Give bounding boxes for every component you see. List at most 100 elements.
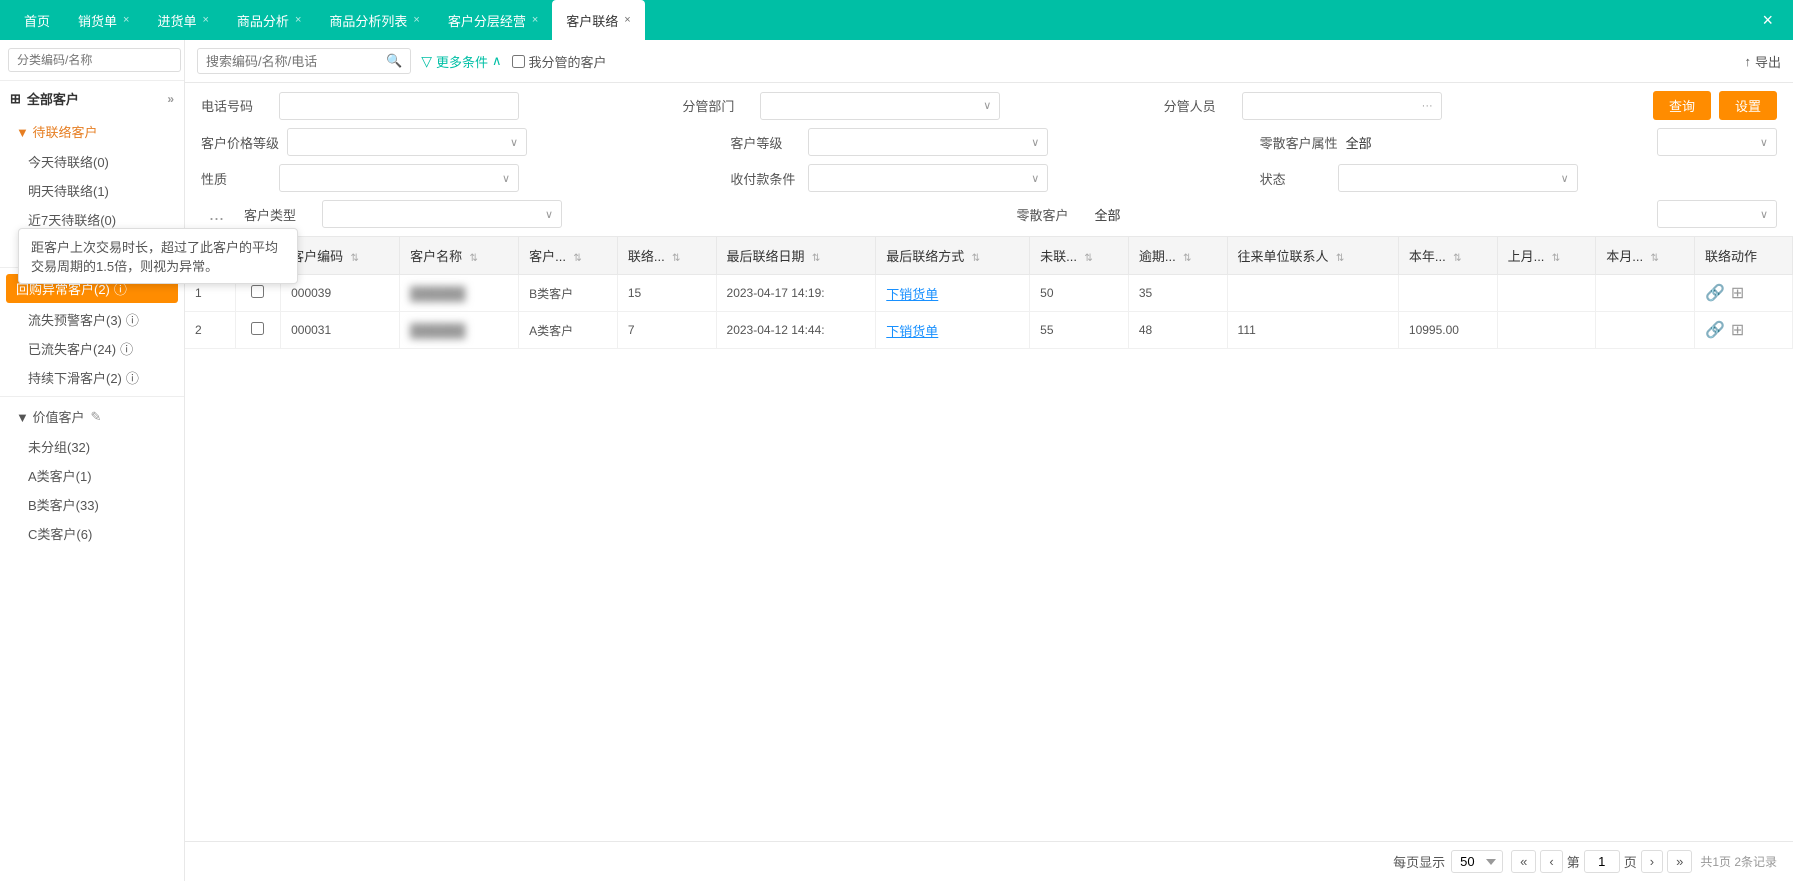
status-select[interactable]: ∨ bbox=[1338, 164, 1578, 192]
nav-customer-contact[interactable]: 客户联络 × bbox=[552, 0, 644, 40]
window-close-button[interactable]: × bbox=[1752, 10, 1783, 31]
row1-method-link[interactable]: 下销货单 bbox=[886, 287, 938, 302]
waiting-contact-header[interactable]: ▼ 待联络客户 bbox=[0, 116, 184, 147]
pay-arrow-icon: ∨ bbox=[1031, 172, 1039, 185]
nav-customer-segment-close[interactable]: × bbox=[532, 14, 538, 26]
page-unit: 页 bbox=[1624, 852, 1637, 871]
export-button[interactable]: ↑ 导出 bbox=[1744, 52, 1781, 71]
export-icon: ↑ bbox=[1744, 54, 1751, 69]
next-page-button[interactable]: › bbox=[1641, 850, 1663, 873]
overdue-sort-icon[interactable]: ⇅ bbox=[1183, 253, 1191, 264]
row1-category: B类客户 bbox=[519, 275, 618, 312]
sidebar-item-lost-pre[interactable]: 流失预警客户(3) ⓘ bbox=[0, 305, 184, 334]
pay-select[interactable]: ∨ bbox=[808, 164, 1048, 192]
row1-last-method: 下销货单 bbox=[876, 275, 1030, 312]
content-area: 🔍 ▽ 更多条件 ∧ 我分管的客户 ↑ 导出 电话号码 bbox=[185, 40, 1793, 881]
sidebar-item-tomorrow[interactable]: 明天待联络(1) bbox=[0, 176, 184, 205]
phone-input[interactable] bbox=[279, 92, 519, 120]
row1-action-buttons: 🔗 ⊞ bbox=[1705, 283, 1782, 303]
sidebar-collapse-btn[interactable]: » bbox=[167, 92, 174, 106]
filter-phone: 电话号码 bbox=[201, 92, 670, 120]
sidebar-item-already-lost[interactable]: 已流失客户(24) ⓘ bbox=[0, 334, 184, 363]
this-year-sort-icon[interactable]: ⇅ bbox=[1453, 253, 1461, 264]
query-button[interactable]: 查询 bbox=[1653, 91, 1711, 120]
zero-attr-arrow-icon: ∨ bbox=[1760, 136, 1768, 149]
value-customer-edit-icon[interactable]: ✎ bbox=[90, 409, 101, 425]
all-customers-section[interactable]: ⊞ 全部客户 » bbox=[0, 81, 184, 116]
table-row: 1 000039 ██████ B类客户 15 2023-04-17 14:19… bbox=[185, 275, 1793, 312]
value-customer-header[interactable]: ▼ 价值客户 ✎ bbox=[0, 401, 184, 432]
more-dots-button[interactable]: ... bbox=[209, 204, 224, 225]
price-grade-select[interactable]: ∨ bbox=[287, 128, 527, 156]
action-buttons: 查询 设置 bbox=[1653, 91, 1777, 120]
this-month-sort-icon[interactable]: ⇅ bbox=[1650, 253, 1658, 264]
sidebar-search-input[interactable] bbox=[8, 48, 181, 72]
customer-type-select[interactable]: ∨ bbox=[322, 200, 562, 228]
search-icon[interactable]: 🔍 bbox=[386, 53, 402, 69]
contact-sort-icon[interactable]: ⇅ bbox=[672, 253, 680, 264]
unit-contact-sort-icon[interactable]: ⇅ bbox=[1336, 253, 1344, 264]
code-sort-icon[interactable]: ⇅ bbox=[350, 253, 358, 264]
person-select[interactable]: ··· bbox=[1242, 92, 1442, 120]
per-page-label: 每页显示 bbox=[1393, 852, 1445, 871]
nav-home[interactable]: 首页 bbox=[10, 0, 64, 40]
sidebar-item-a-class[interactable]: A类客户(1) bbox=[0, 461, 184, 490]
nav-product-analysis-close[interactable]: × bbox=[295, 14, 301, 26]
last-date-sort-icon[interactable]: ⇅ bbox=[812, 253, 820, 264]
last-page-button[interactable]: » bbox=[1667, 850, 1692, 873]
sidebar-item-unclassified[interactable]: 未分组(32) bbox=[0, 432, 184, 461]
per-page-area: 每页显示 50 10 20 100 bbox=[1393, 850, 1503, 873]
more-filters-button[interactable]: ▽ 更多条件 ∧ bbox=[421, 52, 501, 71]
row1-link-icon[interactable]: 🔗 bbox=[1705, 283, 1725, 303]
search-input[interactable] bbox=[206, 54, 382, 69]
grade-arrow-icon: ∨ bbox=[1031, 136, 1039, 149]
category-sort-icon[interactable]: ⇅ bbox=[573, 253, 581, 264]
my-customer-checkbox-label[interactable]: 我分管的客户 bbox=[512, 52, 607, 71]
name-sort-icon[interactable]: ⇅ bbox=[469, 253, 477, 264]
nav-purchase-order[interactable]: 进货单 × bbox=[143, 0, 222, 40]
last-method-sort-icon[interactable]: ⇅ bbox=[972, 253, 980, 264]
nav-sales-order[interactable]: 销货单 × bbox=[64, 0, 143, 40]
sidebar-item-c-class[interactable]: C类客户(6) bbox=[0, 519, 184, 548]
row2-code: 000031 bbox=[281, 312, 400, 349]
col-header-unit-contact: 往来单位联系人 ⇅ bbox=[1227, 237, 1398, 275]
table-body: 1 000039 ██████ B类客户 15 2023-04-17 14:19… bbox=[185, 275, 1793, 349]
nav-customer-segment[interactable]: 客户分层经营 × bbox=[434, 0, 552, 40]
my-customer-checkbox[interactable] bbox=[512, 55, 525, 68]
page-input[interactable] bbox=[1584, 850, 1620, 873]
row2-checkbox[interactable] bbox=[251, 322, 264, 335]
dept-select[interactable]: ∨ bbox=[760, 92, 1000, 120]
sidebar: 🔍 ⊞ 全部客户 » ▼ 待联络客户 今天待联络(0) 明天待联络(1) 近7天… bbox=[0, 40, 185, 881]
filter-status: 状态 ∨ bbox=[1260, 164, 1777, 192]
zero-customer-select[interactable]: ∨ bbox=[1657, 200, 1777, 228]
sidebar-item-continuous-down[interactable]: 持续下滑客户(2) ⓘ bbox=[0, 363, 184, 392]
gender-select[interactable]: ∨ bbox=[279, 164, 519, 192]
row2-method-link[interactable]: 下销货单 bbox=[886, 324, 938, 339]
row2-grid-icon[interactable]: ⊞ bbox=[1731, 320, 1744, 340]
nav-purchase-order-close[interactable]: × bbox=[202, 14, 208, 26]
nav-customer-contact-close[interactable]: × bbox=[624, 14, 630, 26]
row1-this-year bbox=[1398, 275, 1497, 312]
uncontacted-sort-icon[interactable]: ⇅ bbox=[1084, 253, 1092, 264]
first-page-button[interactable]: « bbox=[1511, 850, 1536, 873]
row1-grid-icon[interactable]: ⊞ bbox=[1731, 283, 1744, 303]
last-month-sort-icon[interactable]: ⇅ bbox=[1552, 253, 1560, 264]
zero-attr-select[interactable]: ∨ bbox=[1657, 128, 1777, 156]
col-header-uncontacted: 未联... ⇅ bbox=[1030, 237, 1129, 275]
filter-customer-type: 客户类型 ∨ bbox=[244, 200, 1005, 228]
sidebar-search-area: 🔍 bbox=[0, 40, 184, 81]
nav-product-analysis-list-close[interactable]: × bbox=[413, 14, 419, 26]
nav-sales-order-close[interactable]: × bbox=[123, 14, 129, 26]
row2-link-icon[interactable]: 🔗 bbox=[1705, 320, 1725, 340]
col-header-this-month: 本月... ⇅ bbox=[1596, 237, 1695, 275]
grade-select[interactable]: ∨ bbox=[808, 128, 1048, 156]
sidebar-item-today[interactable]: 今天待联络(0) bbox=[0, 147, 184, 176]
per-page-select[interactable]: 50 10 20 100 bbox=[1451, 850, 1503, 873]
sidebar-item-b-class[interactable]: B类客户(33) bbox=[0, 490, 184, 519]
already-lost-info-icon: ⓘ bbox=[120, 339, 133, 358]
prev-page-button[interactable]: ‹ bbox=[1540, 850, 1562, 873]
settings-button[interactable]: 设置 bbox=[1719, 91, 1777, 120]
nav-product-analysis-list[interactable]: 商品分析列表 × bbox=[315, 0, 433, 40]
row1-checkbox[interactable] bbox=[251, 285, 264, 298]
nav-product-analysis[interactable]: 商品分析 × bbox=[223, 0, 315, 40]
